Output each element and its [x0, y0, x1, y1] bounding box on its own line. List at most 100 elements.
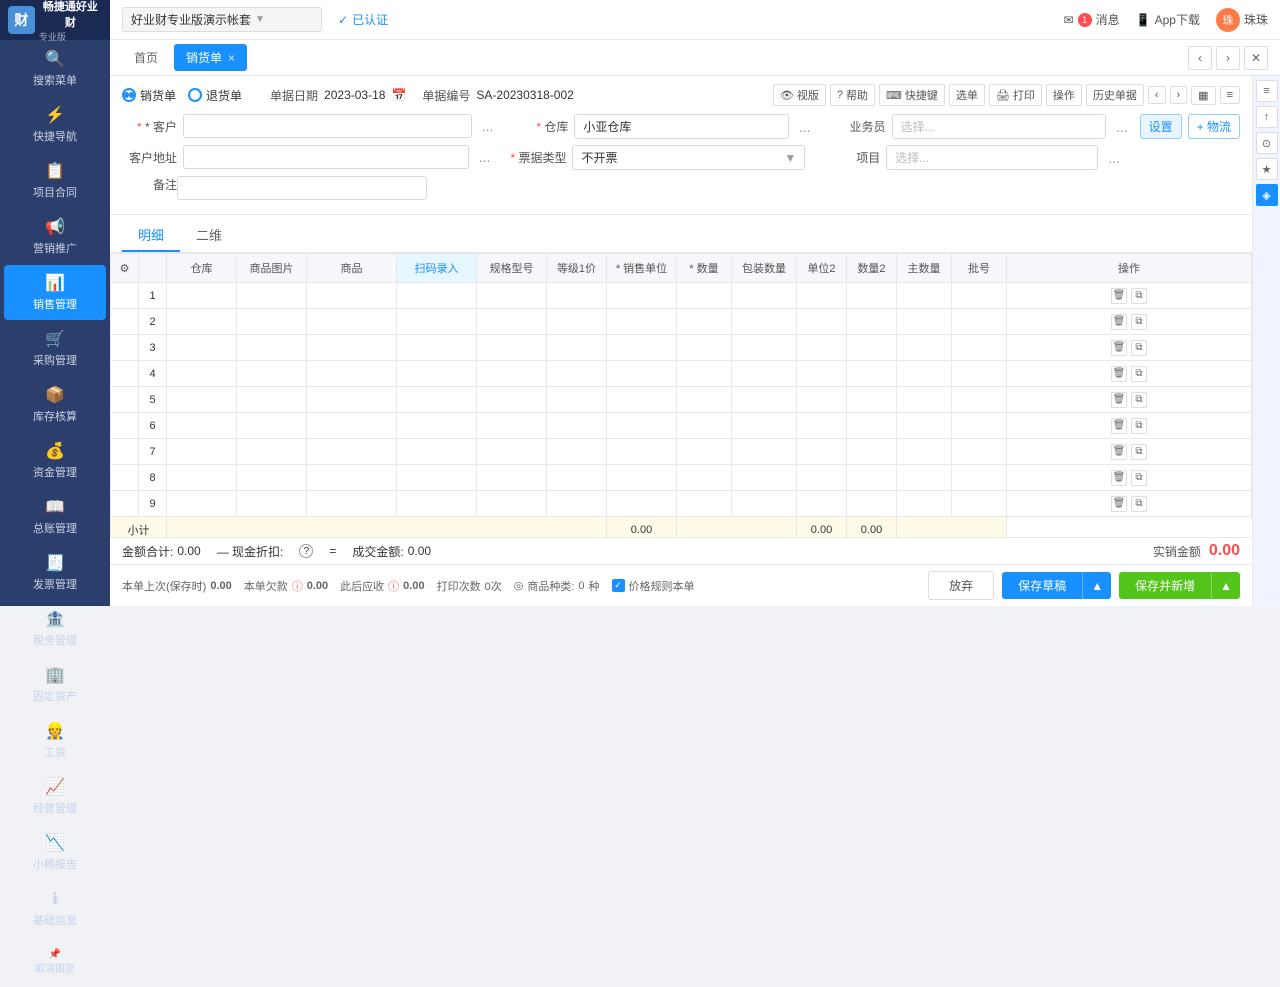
cell-4[interactable] — [477, 491, 547, 517]
cell-9[interactable] — [797, 439, 847, 465]
sidebar-item-marketing[interactable]: 📢营销推广 — [4, 209, 106, 264]
cell-2[interactable] — [307, 387, 397, 413]
price-check-field[interactable]: ✓ 价格规则本单 — [612, 578, 695, 594]
th-scan[interactable]: 扫码录入 — [397, 254, 477, 283]
cell-6[interactable] — [607, 387, 677, 413]
cell-6[interactable] — [607, 413, 677, 439]
copy-row-button[interactable]: ⧉ — [1131, 340, 1147, 356]
cell-1[interactable] — [237, 465, 307, 491]
cell-1[interactable] — [237, 413, 307, 439]
remark-input[interactable] — [177, 176, 427, 200]
cell-6[interactable] — [607, 465, 677, 491]
toolbar-ops-btn[interactable]: 操作 — [1046, 84, 1082, 106]
invoice-select[interactable]: 不开票 ▼ — [572, 145, 805, 170]
cell-0[interactable] — [167, 283, 237, 309]
cell-2[interactable] — [307, 439, 397, 465]
address-picker-icon[interactable]: ... — [479, 149, 491, 165]
save-draft-button[interactable]: 保存草稿 — [1002, 572, 1082, 599]
toolbar-shortcut-btn[interactable]: ⌨快捷键 — [879, 84, 945, 106]
cell-10[interactable] — [847, 361, 897, 387]
cell-7[interactable] — [677, 465, 732, 491]
save-new-button[interactable]: 保存并新增 — [1119, 572, 1211, 599]
save-new-arrow-button[interactable]: ▲ — [1211, 572, 1240, 599]
cell-3[interactable] — [397, 309, 477, 335]
tab-close-icon[interactable]: × — [228, 51, 235, 65]
cell-12[interactable] — [952, 465, 1007, 491]
cell-12[interactable] — [952, 439, 1007, 465]
cell-8[interactable] — [732, 413, 797, 439]
cell-10[interactable] — [847, 413, 897, 439]
cell-8[interactable] — [732, 465, 797, 491]
cell-8[interactable] — [732, 361, 797, 387]
cell-5[interactable] — [547, 309, 607, 335]
cell-1[interactable] — [237, 335, 307, 361]
cell-2[interactable] — [307, 491, 397, 517]
sidebar-item-purchase[interactable]: 🛒采购管理 — [4, 321, 106, 376]
cell-7[interactable] — [677, 283, 732, 309]
cell-3[interactable] — [397, 465, 477, 491]
cell-12[interactable] — [952, 387, 1007, 413]
cell-3[interactable] — [397, 491, 477, 517]
cell-1[interactable] — [237, 361, 307, 387]
cell-0[interactable] — [167, 335, 237, 361]
save-draft-arrow-button[interactable]: ▲ — [1082, 572, 1111, 599]
help-icon[interactable]: ? — [299, 544, 313, 558]
abandon-button[interactable]: 放弃 — [928, 571, 994, 600]
customer-picker-icon[interactable]: ... — [482, 118, 494, 134]
cell-3[interactable] — [397, 387, 477, 413]
cell-12[interactable] — [952, 309, 1007, 335]
cell-9[interactable] — [797, 283, 847, 309]
cell-10[interactable] — [847, 491, 897, 517]
staff-picker-icon[interactable]: ... — [1116, 119, 1128, 135]
cell-11[interactable] — [897, 283, 952, 309]
cell-11[interactable] — [897, 465, 952, 491]
cell-3[interactable] — [397, 439, 477, 465]
warehouse-picker-icon[interactable]: ... — [799, 119, 811, 135]
sidebar-item-tools[interactable]: 👷工资 — [4, 713, 106, 768]
th-settings[interactable]: ⚙ — [111, 254, 139, 283]
calendar-icon[interactable]: 📅 — [391, 88, 406, 102]
cell-0[interactable] — [167, 361, 237, 387]
cell-2[interactable] — [307, 465, 397, 491]
sidebar-item-inventory[interactable]: 📦库存核算 — [4, 377, 106, 432]
cell-10[interactable] — [847, 439, 897, 465]
toolbar-list-view[interactable]: ≡ — [1220, 86, 1240, 104]
cell-10[interactable] — [847, 309, 897, 335]
cell-5[interactable] — [547, 439, 607, 465]
message-button[interactable]: ✉ 1 消息 — [1064, 11, 1120, 28]
cell-8[interactable] — [732, 491, 797, 517]
cell-7[interactable] — [677, 361, 732, 387]
sidebar-item-basic[interactable]: ℹ基础信息 — [4, 881, 106, 936]
delete-row-button[interactable]: 🗑 — [1111, 340, 1127, 356]
cell-4[interactable] — [477, 387, 547, 413]
cell-8[interactable] — [732, 309, 797, 335]
cell-0[interactable] — [167, 413, 237, 439]
cell-6[interactable] — [607, 361, 677, 387]
toolbar-grid-view[interactable]: ▦ — [1191, 86, 1215, 105]
cell-12[interactable] — [952, 361, 1007, 387]
address-input[interactable] — [183, 145, 469, 169]
cell-3[interactable] — [397, 413, 477, 439]
delete-row-button[interactable]: 🗑 — [1111, 470, 1127, 486]
cell-7[interactable] — [677, 413, 732, 439]
cell-0[interactable] — [167, 439, 237, 465]
cell-6[interactable] — [607, 439, 677, 465]
cell-12[interactable] — [952, 491, 1007, 517]
customer-input[interactable] — [183, 114, 472, 138]
toolbar-print-btn[interactable]: 🖨打印 — [989, 84, 1042, 106]
cell-7[interactable] — [677, 439, 732, 465]
staff-input[interactable]: 选择... — [892, 114, 1106, 139]
cell-12[interactable] — [952, 413, 1007, 439]
cell-11[interactable] — [897, 335, 952, 361]
project-picker-icon[interactable]: ... — [1108, 150, 1120, 166]
cell-6[interactable] — [607, 335, 677, 361]
user-avatar[interactable]: 珠 珠珠 — [1216, 8, 1268, 32]
right-panel-btn-3[interactable]: ⊙ — [1256, 132, 1278, 154]
unpin-button[interactable]: 📌 取消固定 — [8, 945, 102, 979]
delete-row-button[interactable]: 🗑 — [1111, 314, 1127, 330]
cell-7[interactable] — [677, 491, 732, 517]
copy-row-button[interactable]: ⧉ — [1131, 314, 1147, 330]
sidebar-item-sales[interactable]: 📊销售管理 — [4, 265, 106, 320]
delete-row-button[interactable]: 🗑 — [1111, 392, 1127, 408]
cell-6[interactable] — [607, 491, 677, 517]
